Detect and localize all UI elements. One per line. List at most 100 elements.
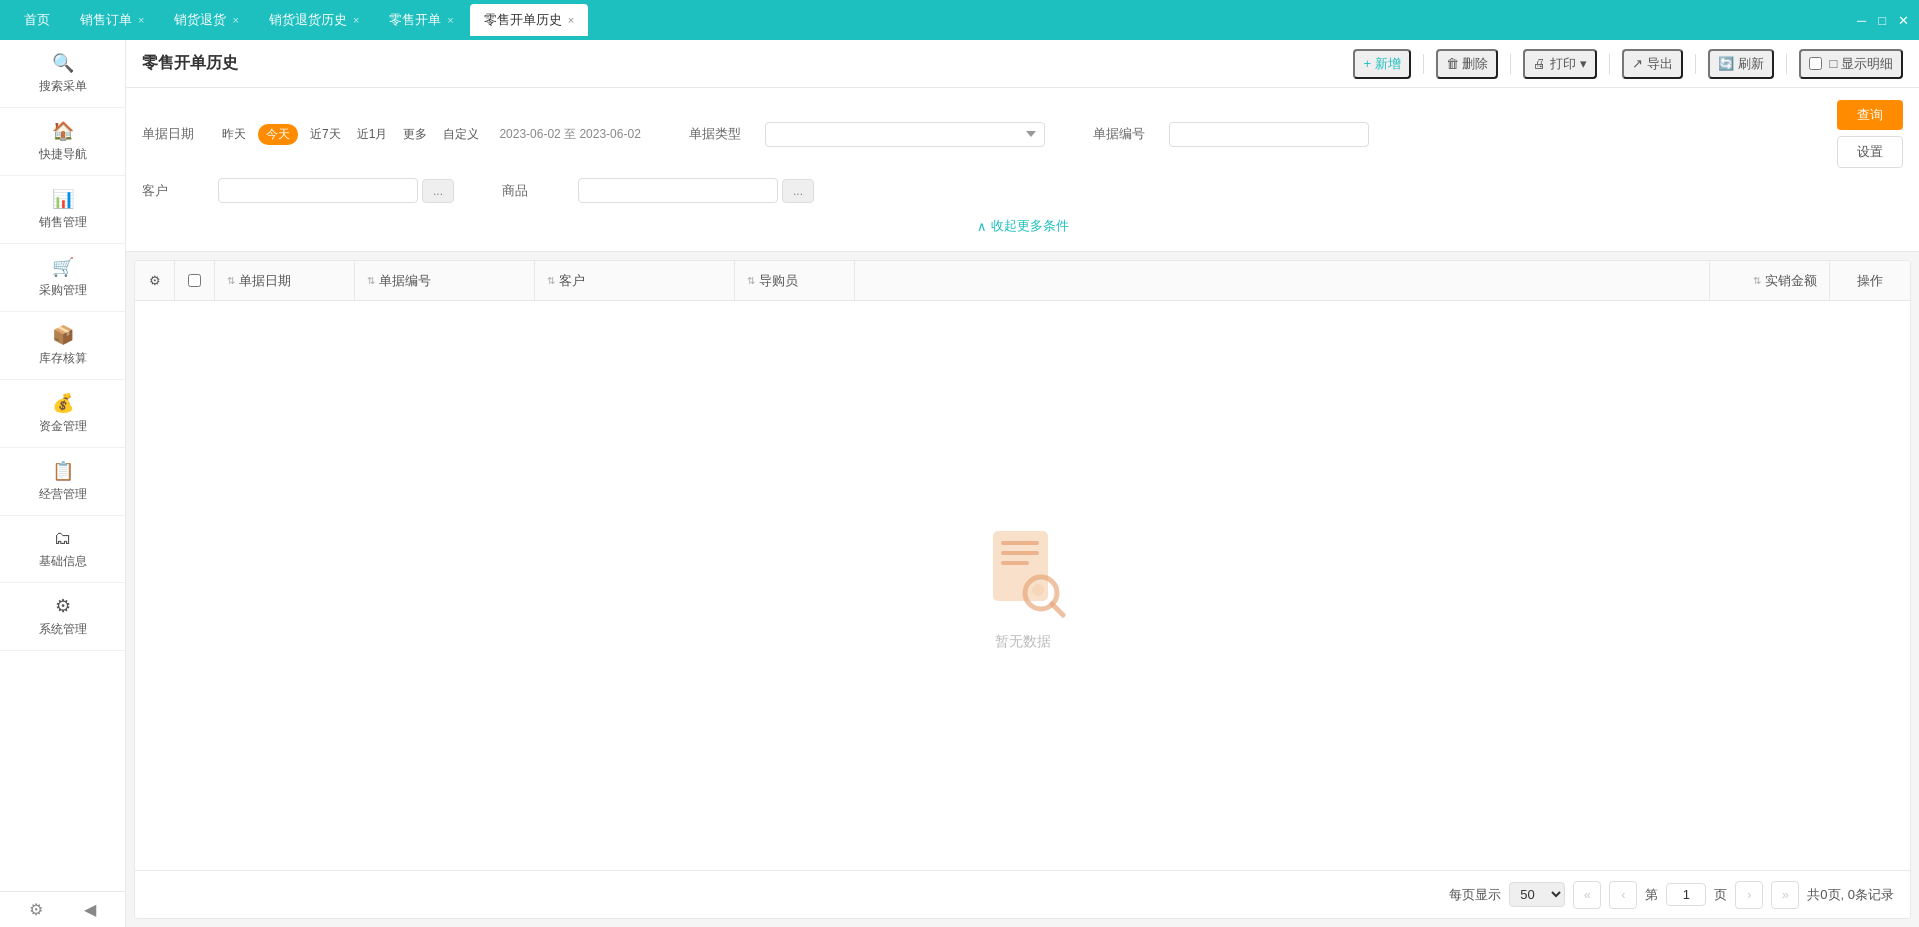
date-7days[interactable]: 近7天 (306, 124, 345, 145)
toolbar: + 新增 🗑 删除 🖨 打印 ▾ ↗ 导出 🔄 刷新 (1353, 49, 1903, 79)
display-detail-button[interactable]: □ 显示明细 (1799, 49, 1903, 79)
sidebar-item-sales[interactable]: 📊 销售管理 (0, 176, 125, 244)
collapse-btn[interactable]: ∧ 收起更多条件 (142, 213, 1903, 239)
sidebar: 🔍 搜索采单 🏠 快捷导航 📊 销售管理 🛒 采购管理 📦 库存核算 💰 资金管… (0, 40, 126, 927)
date-1month[interactable]: 近1月 (353, 124, 392, 145)
th-gear[interactable]: ⚙ (135, 261, 175, 300)
th-checkbox[interactable] (175, 261, 215, 300)
tab-sales-order[interactable]: 销售订单 × (66, 4, 158, 36)
th-number[interactable]: ⇅ 单据编号 (355, 261, 535, 300)
sidebar-bottom: ⚙ ◀ (0, 891, 125, 927)
setting-button[interactable]: 设置 (1837, 136, 1903, 168)
tab-sales-return[interactable]: 销货退货 × (160, 4, 252, 36)
page-title: 零售开单历史 (142, 53, 238, 74)
refresh-button[interactable]: 🔄 刷新 (1708, 49, 1774, 79)
tab-retail-open-close[interactable]: × (447, 14, 453, 26)
collapse-chevron-icon: ∧ (977, 219, 987, 234)
type-label: 单据类型 (689, 125, 749, 143)
tab-sales-return-close[interactable]: × (232, 14, 238, 26)
th-amount-label: 实销金额 (1765, 272, 1817, 290)
svg-rect-2 (1001, 551, 1039, 555)
tab-home[interactable]: 首页 (10, 4, 64, 36)
sidebar-item-basicinfo[interactable]: 🗂 基础信息 (0, 516, 125, 583)
query-button[interactable]: 查询 (1837, 100, 1903, 130)
th-customer-label: 客户 (559, 272, 585, 290)
print-button[interactable]: 🖨 打印 ▾ (1523, 49, 1597, 79)
goods-label: 商品 (502, 182, 562, 200)
system-icon: ⚙ (55, 595, 71, 617)
export-label: 导出 (1647, 55, 1673, 73)
prev-page-btn[interactable]: ‹ (1609, 881, 1637, 909)
page-input[interactable] (1666, 883, 1706, 906)
total-text: 共0页, 0条记录 (1807, 886, 1894, 904)
first-page-btn[interactable]: « (1573, 881, 1601, 909)
th-action-label: 操作 (1857, 272, 1883, 290)
next-page-icon: › (1747, 887, 1751, 902)
finance-icon: 💰 (52, 392, 74, 414)
sidebar-item-inventory[interactable]: 📦 库存核算 (0, 312, 125, 380)
th-date[interactable]: ⇅ 单据日期 (215, 261, 355, 300)
delete-button[interactable]: 🗑 删除 (1436, 49, 1499, 79)
first-page-icon: « (1584, 887, 1591, 902)
num-input[interactable] (1169, 122, 1369, 147)
sidebar-item-finance[interactable]: 💰 资金管理 (0, 380, 125, 448)
window-controls: ─ □ ✕ (1857, 13, 1909, 28)
minimize-btn[interactable]: ─ (1857, 13, 1866, 28)
th-guide[interactable]: ⇅ 导购员 (735, 261, 855, 300)
svg-rect-1 (1001, 541, 1039, 545)
export-button[interactable]: ↗ 导出 (1622, 49, 1683, 79)
sidebar-item-nav[interactable]: 🏠 快捷导航 (0, 108, 125, 176)
sidebar-item-operations-label: 经营管理 (39, 486, 87, 503)
tab-retail-open-history[interactable]: 零售开单历史 × (470, 4, 588, 36)
print-dropdown-icon: ▾ (1580, 56, 1587, 71)
sidebar-item-operations[interactable]: 📋 经营管理 (0, 448, 125, 516)
date-yesterday[interactable]: 昨天 (218, 124, 250, 145)
next-page-btn[interactable]: › (1735, 881, 1763, 909)
empty-text: 暂无数据 (995, 633, 1051, 651)
display-detail-checkbox[interactable] (1809, 57, 1822, 70)
new-button[interactable]: + 新增 (1353, 49, 1410, 79)
page-label-pre: 第 (1645, 886, 1658, 904)
sidebar-item-search-label: 搜索采单 (39, 78, 87, 95)
print-label: 🖨 打印 (1533, 55, 1576, 73)
table-header: ⚙ ⇅ 单据日期 ⇅ 单据编号 ⇅ 客户 ⇅ (135, 261, 1910, 301)
customer-input[interactable] (218, 178, 418, 203)
tab-sales-return-history[interactable]: 销货退货历史 × (255, 4, 373, 36)
date-custom[interactable]: 自定义 (439, 124, 483, 145)
sidebar-settings-icon[interactable]: ⚙ (29, 900, 43, 919)
sidebar-item-system[interactable]: ⚙ 系统管理 (0, 583, 125, 651)
tab-sales-order-close[interactable]: × (138, 14, 144, 26)
toolbar-divider-3 (1609, 54, 1610, 74)
sidebar-item-search[interactable]: 🔍 搜索采单 (0, 40, 125, 108)
tab-retail-open-history-close[interactable]: × (568, 14, 574, 26)
goods-ellipsis[interactable]: ... (782, 179, 814, 203)
goods-input[interactable] (578, 178, 778, 203)
last-page-btn[interactable]: » (1771, 881, 1799, 909)
tab-retail-open-label: 零售开单 (389, 11, 441, 29)
sidebar-item-purchase[interactable]: 🛒 采购管理 (0, 244, 125, 312)
select-all-checkbox[interactable] (188, 274, 201, 287)
th-expand (855, 261, 1710, 300)
tab-sales-return-history-close[interactable]: × (353, 14, 359, 26)
sidebar-collapse-icon[interactable]: ◀ (84, 900, 96, 919)
tab-retail-open[interactable]: 零售开单 × (375, 4, 467, 36)
maximize-btn[interactable]: □ (1878, 13, 1886, 28)
date-more[interactable]: 更多 (399, 124, 431, 145)
type-select[interactable] (765, 122, 1045, 147)
th-customer[interactable]: ⇅ 客户 (535, 261, 735, 300)
display-label: □ 显示明细 (1830, 55, 1893, 73)
date-today[interactable]: 今天 (258, 124, 298, 145)
sort-icon-guide: ⇅ (747, 275, 755, 286)
filter-area: 单据日期 昨天 今天 近7天 近1月 更多 自定义 2023-06-02 至 2… (126, 88, 1919, 252)
num-label: 单据编号 (1093, 125, 1153, 143)
close-btn[interactable]: ✕ (1898, 13, 1909, 28)
page-header: 零售开单历史 + 新增 🗑 删除 🖨 打印 ▾ ↗ 导出 (126, 40, 1919, 88)
th-amount[interactable]: ⇅ 实销金额 (1710, 261, 1830, 300)
refresh-label: 🔄 刷新 (1718, 55, 1764, 73)
sort-icon-customer: ⇅ (547, 275, 555, 286)
sidebar-item-inventory-label: 库存核算 (39, 350, 87, 367)
filter-row-2: 客户 ... 商品 ... (142, 178, 1903, 203)
page-size-select[interactable]: 50 20 100 200 (1509, 882, 1565, 907)
tab-bar: 首页 销售订单 × 销货退货 × 销货退货历史 × 零售开单 × 零售开单历史 … (10, 4, 1857, 36)
customer-ellipsis[interactable]: ... (422, 179, 454, 203)
